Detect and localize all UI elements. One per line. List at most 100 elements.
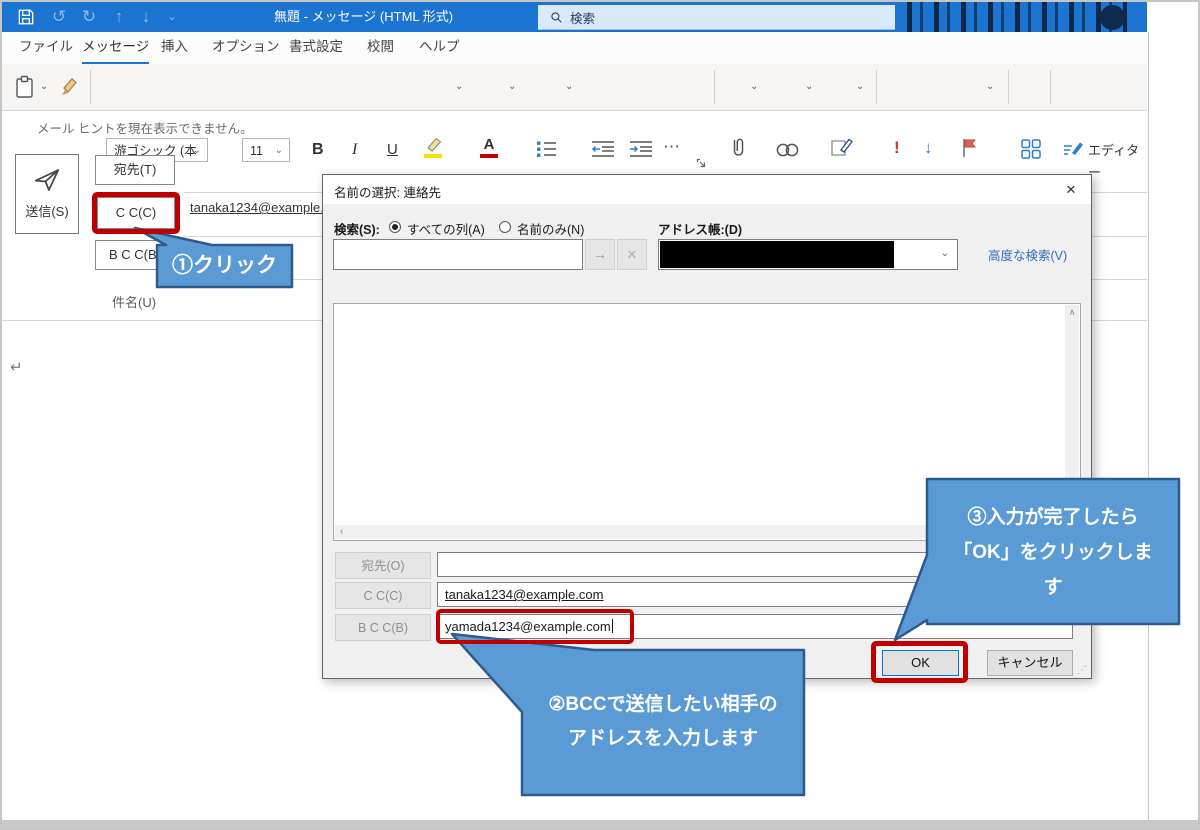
move-down-icon[interactable]: ↓ — [134, 2, 158, 32]
screenshot-bottom-border — [2, 820, 1198, 830]
callout-step3-line2: 「OK」をクリックしま — [927, 535, 1179, 570]
search-icon — [550, 11, 563, 24]
go-button[interactable]: → — [585, 239, 615, 270]
highlight-color-icon[interactable] — [422, 136, 446, 154]
scroll-up-icon[interactable]: ∧ — [1065, 305, 1079, 319]
address-book-label: アドレス帳:(D) — [658, 219, 742, 238]
paragraph-return-mark: ↵ — [10, 358, 23, 376]
annotation-cc-button-highlight — [92, 192, 180, 234]
address-book-select[interactable]: ⌄ — [658, 239, 958, 270]
highlight-color-bar — [424, 154, 442, 158]
radio-name-only[interactable] — [499, 221, 511, 233]
callout-step3-line3: す — [927, 570, 1179, 605]
redacted-account-area — [897, 2, 1147, 32]
dialog-launcher-icon[interactable] — [696, 158, 706, 168]
cancel-button[interactable]: キャンセル — [987, 650, 1073, 676]
highlight-dropdown-icon[interactable]: ⌄ — [455, 81, 463, 92]
follow-up-flag-icon[interactable] — [960, 137, 980, 159]
font-color-dropdown-icon[interactable]: ⌄ — [508, 81, 516, 92]
font-size-select[interactable]: 11⌄ — [242, 138, 290, 162]
callout-step1-text: ①クリック — [157, 245, 292, 287]
tab-options[interactable]: オプション — [212, 32, 280, 62]
callout-step3-text: ③入力が完了したら 「OK」をクリックしま す — [927, 500, 1179, 605]
ribbon-toolbar: ⌄ 游ゴシック (本文(⌄ 11⌄ B I U ⌄ A ⌄ ⌄ — [2, 64, 1147, 111]
editor-button[interactable]: エディター — [1088, 140, 1147, 184]
cc-recipient-link[interactable]: tanaka1234@example. — [190, 200, 324, 215]
underline-button[interactable]: U — [387, 139, 398, 161]
radio-name-only-label[interactable]: 名前のみ(N) — [517, 219, 584, 238]
attach-file-icon[interactable] — [728, 136, 748, 160]
scroll-left-icon[interactable]: ‹ — [340, 526, 343, 537]
dialog-bcc-button[interactable]: B C C(B) — [335, 614, 431, 641]
undo-icon[interactable]: ↺ — [47, 2, 71, 32]
font-color-bar — [480, 154, 498, 158]
bullet-dropdown-icon[interactable]: ⌄ — [565, 81, 573, 92]
format-painter-icon[interactable] — [58, 76, 80, 98]
search-placeholder: 検索 — [570, 8, 595, 27]
send-button-label: 送信(S) — [16, 201, 78, 220]
radio-all-columns-label[interactable]: すべての列(A) — [407, 219, 485, 238]
more-paragraph-options-icon[interactable]: ⋯ — [663, 136, 680, 158]
paste-icon[interactable] — [14, 75, 36, 99]
qat-customize-icon[interactable]: ⌄ — [160, 2, 184, 32]
signature-icon[interactable] — [830, 136, 854, 160]
callout-step2-line1: ②BCCで送信したい相手の — [522, 688, 804, 722]
high-importance-icon[interactable]: ! — [894, 137, 900, 159]
window-title: 無題 - メッセージ (HTML 形式) — [274, 2, 453, 32]
send-button[interactable]: 送信(S) — [15, 154, 79, 234]
save-icon[interactable] — [16, 7, 36, 27]
dialog-to-button[interactable]: 宛先(O) — [335, 552, 431, 579]
callout-step2-line2: アドレスを入力します — [522, 722, 804, 756]
paste-dropdown-icon[interactable]: ⌄ — [40, 81, 48, 92]
italic-button[interactable]: I — [352, 139, 357, 161]
font-color-icon[interactable]: A — [480, 136, 498, 153]
stop-search-button[interactable]: ✕ — [617, 239, 647, 270]
dialog-title-bar: 名前の選択: 連絡先 ✕ — [323, 175, 1091, 204]
chevron-down-icon: ⌄ — [941, 248, 949, 259]
redacted-address-book — [660, 241, 894, 268]
bold-button[interactable]: B — [312, 139, 324, 161]
dialog-search-input[interactable] — [333, 239, 583, 270]
vertical-scrollbar[interactable]: ∧ — [1065, 305, 1079, 526]
editor-icon[interactable] — [1062, 139, 1084, 159]
dialog-cc-value: tanaka1234@example.com — [445, 587, 603, 602]
flag-dropdown-icon[interactable]: ⌄ — [986, 81, 994, 92]
callout-step3-line1: ③入力が完了したら — [927, 500, 1179, 535]
search-input[interactable]: 検索 — [538, 5, 895, 30]
low-importance-icon[interactable]: ↓ — [924, 137, 933, 159]
to-button[interactable]: 宛先(T) — [95, 155, 175, 185]
ribbon-tab-row: ファイル メッセージ 挿入 オプション 書式設定 校閲 ヘルプ — [2, 32, 1147, 64]
signature-dropdown-icon[interactable]: ⌄ — [856, 81, 864, 92]
decrease-indent-icon[interactable] — [591, 140, 615, 158]
tab-review[interactable]: 校閲 — [367, 32, 394, 62]
move-up-icon[interactable]: ↑ — [107, 2, 131, 32]
redo-icon[interactable]: ↻ — [77, 2, 101, 32]
link-icon[interactable] — [774, 142, 802, 158]
tab-message[interactable]: メッセージ — [82, 32, 149, 65]
window-right-edge — [1148, 32, 1149, 822]
screenshot-root: ↺ ↻ ↑ ↓ ⌄ 無題 - メッセージ (HTML 形式) 検索 ファイル メ… — [0, 0, 1200, 830]
annotation-ok-button-highlight — [871, 641, 968, 683]
apps-icon[interactable] — [1020, 138, 1042, 160]
resize-grip[interactable]: ⋰ — [1077, 665, 1088, 676]
mailtips-text: メール ヒントを現在表示できません。 — [37, 118, 253, 137]
callout-step2-text: ②BCCで送信したい相手の アドレスを入力します — [522, 688, 804, 756]
tab-help[interactable]: ヘルプ — [419, 32, 460, 62]
send-plane-icon — [16, 165, 78, 195]
annotation-bcc-field-highlight — [436, 609, 634, 644]
increase-indent-icon[interactable] — [629, 140, 653, 158]
subject-label: 件名(U) — [112, 292, 156, 311]
radio-all-columns[interactable] — [389, 221, 401, 233]
dialog-search-label: 検索(S): — [334, 219, 380, 238]
attach-dropdown-icon[interactable]: ⌄ — [750, 81, 758, 92]
link-dropdown-icon[interactable]: ⌄ — [805, 81, 813, 92]
chevron-down-icon: ⌄ — [275, 139, 283, 163]
chevron-down-icon: ⌄ — [193, 139, 201, 163]
bullet-list-icon[interactable] — [536, 140, 558, 158]
tab-format-text[interactable]: 書式設定 — [289, 32, 343, 62]
tab-insert[interactable]: 挿入 — [161, 32, 188, 62]
close-icon[interactable]: ✕ — [1061, 180, 1081, 200]
tab-file[interactable]: ファイル — [19, 32, 73, 62]
advanced-search-link[interactable]: 高度な検索(V) — [988, 245, 1067, 264]
dialog-cc-button[interactable]: C C(C) — [335, 582, 431, 609]
